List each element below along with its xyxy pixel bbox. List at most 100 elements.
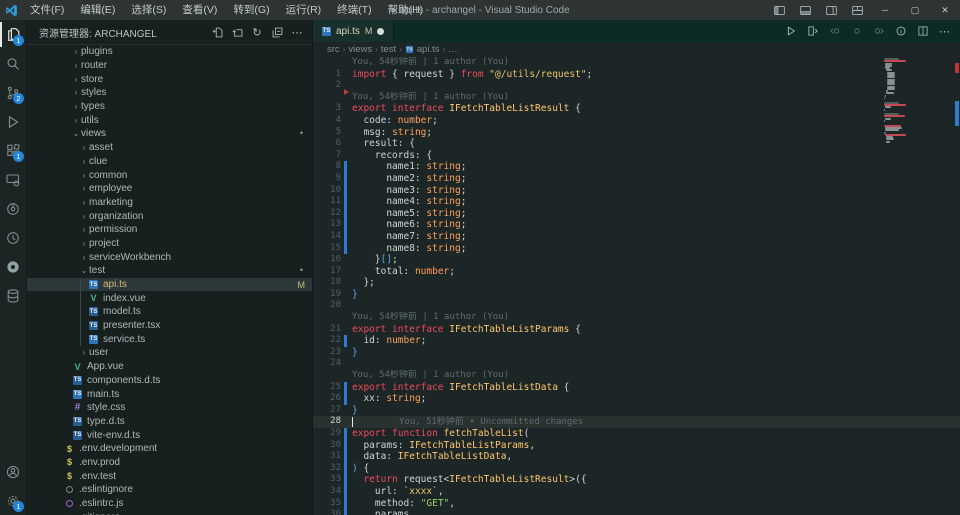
tree-item-.env.prod[interactable]: $ .env.prod: [27, 456, 312, 470]
code-line-25[interactable]: 25 export interface IFetchTableListData {: [313, 381, 960, 394]
new-folder-icon[interactable]: [228, 23, 246, 41]
toggle-secondary-sidebar-icon[interactable]: [818, 0, 844, 20]
close-button[interactable]: ✕: [930, 0, 960, 20]
tree-item-index.vue[interactable]: Vindex.vue: [27, 291, 312, 306]
code-line-19[interactable]: 19}: [313, 289, 960, 301]
split-editor-icon[interactable]: [913, 22, 932, 41]
tree-item-.env.test[interactable]: $ .env.test: [27, 469, 312, 483]
tree-item-asset[interactable]: › asset: [27, 141, 312, 155]
breadcrumb-item-src[interactable]: src: [327, 44, 340, 55]
menu-查看(V)[interactable]: 查看(V): [174, 0, 225, 20]
maximize-button[interactable]: ▢: [900, 0, 930, 20]
breadcrumb-item-views[interactable]: views: [348, 44, 372, 55]
code-line-23[interactable]: 23}: [313, 347, 960, 359]
code-line-31[interactable]: 31 data: IFetchTableListData,: [313, 451, 960, 463]
code-line-30[interactable]: 30 params: IFetchTableListParams,: [313, 439, 960, 452]
tree-item-styles[interactable]: › styles: [27, 86, 312, 100]
blame-annotation[interactable]: You, 54秒钟前 | 1 author (You): [313, 370, 960, 382]
activity-remote-explorer-icon[interactable]: [0, 165, 26, 194]
activity-search-icon[interactable]: [0, 49, 26, 78]
activity-manage-icon[interactable]: 1: [0, 486, 26, 515]
tree-item-utils[interactable]: › utils: [27, 113, 312, 127]
code-line-13[interactable]: 13 name6: string;: [313, 219, 960, 231]
code-line-36[interactable]: 36 params,: [313, 509, 960, 515]
tree-item-model.ts[interactable]: TS model.ts: [27, 305, 312, 319]
tree-item-components.d.ts[interactable]: TS components.d.ts: [27, 374, 312, 388]
blame-annotation[interactable]: You, 54秒钟前 | 1 author (You): [313, 57, 960, 69]
code-line-16[interactable]: 16 }[];: [313, 254, 960, 266]
code-line-2[interactable]: 2: [313, 80, 960, 95]
tree-item-organization[interactable]: › organization: [27, 209, 312, 223]
tab-api-ts[interactable]: TS api.ts M: [313, 20, 395, 42]
menu-选择(S)[interactable]: 选择(S): [123, 0, 174, 20]
activity-database-icon[interactable]: [0, 281, 26, 310]
code-line-12[interactable]: 12 name5: string;: [313, 207, 960, 220]
code-line-22[interactable]: 22 id: number;: [313, 335, 960, 347]
blame-annotation[interactable]: You, 54秒钟前 | 1 author (You): [313, 312, 960, 324]
next-change-icon[interactable]: [869, 22, 888, 41]
tree-item-clue[interactable]: › clue: [27, 155, 312, 169]
code-line-6[interactable]: 6 result: {: [313, 138, 960, 150]
code-line-29[interactable]: 29 export function fetchTableList(: [313, 428, 960, 440]
tree-item-store[interactable]: › store: [27, 72, 312, 86]
activity-gitlens-icon[interactable]: [0, 194, 26, 223]
activity-explorer-icon[interactable]: 1: [0, 20, 26, 49]
code-line-28[interactable]: 28 You, 51秒钟前 • Uncommitted changes: [313, 416, 960, 428]
tree-item-service.ts[interactable]: TS service.ts: [27, 332, 312, 347]
code-line-24[interactable]: 24: [313, 358, 960, 370]
tree-item-style.css[interactable]: # style.css: [27, 401, 312, 415]
tab-dirty-indicator[interactable]: [377, 27, 385, 35]
code-line-14[interactable]: 14 name7: string;: [313, 230, 960, 243]
breadcrumb-item-test[interactable]: test: [381, 44, 396, 55]
tree-item-serviceWorkbench[interactable]: › serviceWorkbench: [27, 250, 312, 264]
tree-item-common[interactable]: › common: [27, 168, 312, 182]
code-line-18[interactable]: 18 };: [313, 277, 960, 289]
current-change-icon[interactable]: [847, 22, 866, 41]
code-line-10[interactable]: 10 name3: string;: [313, 184, 960, 197]
tree-item-api.ts[interactable]: TS api.ts M: [27, 277, 312, 292]
more-actions-icon[interactable]: ⋯: [935, 22, 954, 41]
code-line-3[interactable]: 3 export interface IFetchTableListResult …: [313, 103, 960, 115]
code-line-1[interactable]: 1 import { request } from "@/utils/reques…: [313, 69, 960, 81]
overview-ruler[interactable]: [954, 57, 960, 515]
new-file-icon[interactable]: [208, 23, 226, 41]
breadcrumb-item-api.ts[interactable]: api.ts: [417, 44, 440, 55]
tree-item-presenter.tsx[interactable]: TS presenter.tsx: [27, 318, 312, 333]
tree-item-types[interactable]: › types: [27, 100, 312, 114]
tree-item-employee[interactable]: › employee: [27, 182, 312, 196]
toggle-blame-icon[interactable]: [891, 22, 910, 41]
toggle-panel-icon[interactable]: [792, 0, 818, 20]
activity-run-debug-icon[interactable]: [0, 107, 26, 136]
tree-item-main.ts[interactable]: TS main.ts: [27, 387, 312, 401]
code-area[interactable]: You, 54秒钟前 | 1 author (You) 1 import { req…: [313, 57, 960, 515]
activity-source-control-icon[interactable]: 2: [0, 78, 26, 107]
customize-layout-icon[interactable]: [844, 0, 870, 20]
code-line-8[interactable]: 8 name1: string;: [313, 161, 960, 173]
menu-帮助(H)[interactable]: 帮助(H): [380, 0, 432, 20]
code-line-21[interactable]: 21 export interface IFetchTableListParams…: [313, 324, 960, 336]
menu-终端(T)[interactable]: 终端(T): [329, 0, 379, 20]
run-icon[interactable]: [781, 22, 800, 41]
code-line-35[interactable]: 35 method: "GET",: [313, 497, 960, 510]
tree-item-views[interactable]: ⌄ views •: [27, 127, 312, 141]
activity-settings-sync-icon[interactable]: [0, 252, 26, 281]
menu-转到(G)[interactable]: 转到(G): [225, 0, 277, 20]
activity-extensions-icon[interactable]: 1: [0, 136, 26, 165]
menu-编辑(E)[interactable]: 编辑(E): [72, 0, 123, 20]
code-line-27[interactable]: 27}: [313, 405, 960, 417]
tree-item-router[interactable]: › router: [27, 59, 312, 73]
previous-change-icon[interactable]: [825, 22, 844, 41]
more-icon[interactable]: ⋯: [288, 23, 306, 41]
code-line-17[interactable]: 17 total: number;: [313, 266, 960, 278]
code-line-5[interactable]: 5 msg: string;: [313, 127, 960, 139]
blame-annotation[interactable]: You, 54秒钟前 | 1 author (You): [313, 92, 960, 104]
tree-item-plugins[interactable]: › plugins: [27, 45, 312, 59]
tree-item-marketing[interactable]: › marketing: [27, 196, 312, 210]
toggle-primary-sidebar-icon[interactable]: [766, 0, 792, 20]
activity-gitlens-inspect-icon[interactable]: [0, 223, 26, 252]
tree-item-vite-env.d.ts[interactable]: TS vite-env.d.ts: [27, 428, 312, 442]
tree-item-.eslintignore[interactable]: .eslintignore: [27, 483, 312, 497]
tree-item-type.d.ts[interactable]: TS type.d.ts: [27, 415, 312, 429]
code-line-11[interactable]: 11 name4: string;: [313, 196, 960, 208]
code-line-7[interactable]: 7 records: {: [313, 150, 960, 162]
